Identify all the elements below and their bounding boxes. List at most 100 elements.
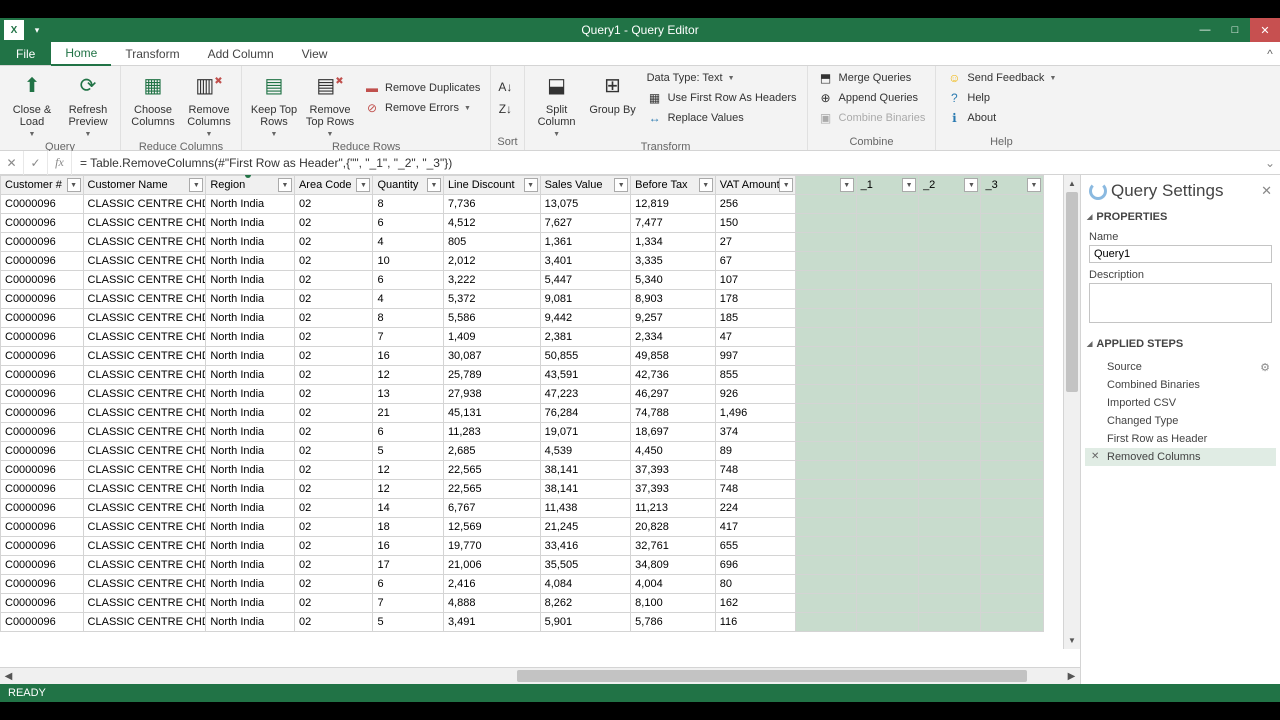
table-cell[interactable]: 4 (373, 233, 443, 252)
filter-icon[interactable]: ▼ (840, 178, 854, 192)
table-cell[interactable]: 2,381 (540, 328, 631, 347)
table-cell[interactable] (856, 423, 918, 442)
table-cell[interactable] (919, 518, 981, 537)
formula-expand-icon[interactable]: ⌄ (1260, 156, 1280, 170)
table-cell[interactable]: 89 (715, 442, 796, 461)
table-cell[interactable] (856, 442, 918, 461)
table-cell[interactable]: North India (206, 613, 295, 632)
table-cell[interactable]: 02 (294, 537, 373, 556)
table-cell[interactable]: 02 (294, 480, 373, 499)
table-cell[interactable]: 02 (294, 556, 373, 575)
column-header[interactable]: Sales Value▼ (540, 176, 631, 195)
table-cell[interactable]: 38,141 (540, 480, 631, 499)
column-header[interactable]: Before Tax▼ (631, 176, 716, 195)
filter-icon[interactable]: ▼ (67, 178, 81, 192)
table-cell[interactable]: 67 (715, 252, 796, 271)
ribbon-collapse-icon[interactable]: ^ (1260, 42, 1280, 65)
qat-dropdown-icon[interactable]: ▾ (30, 23, 44, 37)
table-cell[interactable]: 37,393 (631, 480, 716, 499)
table-cell[interactable]: C0000096 (1, 385, 84, 404)
table-cell[interactable]: 35,505 (540, 556, 631, 575)
about-button[interactable]: ℹAbout (942, 108, 1060, 128)
vscroll-thumb[interactable] (1066, 192, 1078, 392)
table-row[interactable]: C0000096CLASSIC CENTRE CHDNorth India024… (1, 290, 1044, 309)
table-cell[interactable]: C0000096 (1, 537, 84, 556)
table-cell[interactable]: 30,087 (443, 347, 540, 366)
applied-steps-header[interactable]: APPLIED STEPS (1081, 334, 1280, 354)
table-cell[interactable]: 43,591 (540, 366, 631, 385)
table-cell[interactable] (981, 233, 1044, 252)
table-cell[interactable] (919, 328, 981, 347)
table-row[interactable]: C0000096CLASSIC CENTRE CHDNorth India028… (1, 309, 1044, 328)
choose-columns-button[interactable]: ▦ Choose Columns (127, 68, 179, 128)
formula-accept-button[interactable]: ✓ (24, 151, 48, 175)
remove-columns-button[interactable]: ▥✖ Remove Columns▼ (183, 68, 235, 141)
table-row[interactable]: C0000096CLASSIC CENTRE CHDNorth India021… (1, 499, 1044, 518)
table-cell[interactable]: 162 (715, 594, 796, 613)
table-cell[interactable]: 74,788 (631, 404, 716, 423)
table-cell[interactable]: C0000096 (1, 613, 84, 632)
table-cell[interactable]: CLASSIC CENTRE CHD (83, 309, 206, 328)
table-cell[interactable]: 6 (373, 271, 443, 290)
table-cell[interactable]: North India (206, 233, 295, 252)
table-cell[interactable]: 1,334 (631, 233, 716, 252)
gear-icon[interactable]: ⚙ (1260, 361, 1270, 374)
table-cell[interactable]: 11,213 (631, 499, 716, 518)
table-cell[interactable] (856, 347, 918, 366)
table-cell[interactable] (796, 328, 856, 347)
table-cell[interactable] (796, 252, 856, 271)
table-row[interactable]: C0000096CLASSIC CENTRE CHDNorth India021… (1, 385, 1044, 404)
table-cell[interactable]: 224 (715, 499, 796, 518)
table-cell[interactable]: 32,761 (631, 537, 716, 556)
table-cell[interactable]: C0000096 (1, 480, 84, 499)
table-cell[interactable]: 02 (294, 385, 373, 404)
table-cell[interactable]: 12 (373, 480, 443, 499)
table-cell[interactable] (856, 290, 918, 309)
filter-icon[interactable]: ▼ (189, 178, 203, 192)
table-cell[interactable] (856, 537, 918, 556)
table-cell[interactable]: 13,075 (540, 195, 631, 214)
sort-asc-button[interactable]: A↓ (497, 77, 513, 97)
table-cell[interactable]: CLASSIC CENTRE CHD (83, 613, 206, 632)
table-cell[interactable]: North India (206, 195, 295, 214)
table-cell[interactable] (796, 613, 856, 632)
keep-top-rows-button[interactable]: ▤ Keep Top Rows▼ (248, 68, 300, 141)
table-cell[interactable]: 27 (715, 233, 796, 252)
table-cell[interactable]: 02 (294, 518, 373, 537)
table-cell[interactable] (919, 290, 981, 309)
table-cell[interactable]: 02 (294, 309, 373, 328)
table-cell[interactable]: C0000096 (1, 423, 84, 442)
table-cell[interactable]: C0000096 (1, 233, 84, 252)
table-cell[interactable]: 12,569 (443, 518, 540, 537)
table-cell[interactable] (796, 556, 856, 575)
table-cell[interactable] (981, 556, 1044, 575)
table-cell[interactable]: 37,393 (631, 461, 716, 480)
table-cell[interactable]: 9,081 (540, 290, 631, 309)
table-row[interactable]: C0000096CLASSIC CENTRE CHDNorth India022… (1, 404, 1044, 423)
table-row[interactable]: C0000096CLASSIC CENTRE CHDNorth India027… (1, 594, 1044, 613)
table-cell[interactable]: 33,416 (540, 537, 631, 556)
scroll-up-icon[interactable]: ▲ (1064, 175, 1080, 192)
table-cell[interactable]: North India (206, 575, 295, 594)
table-cell[interactable]: 21,245 (540, 518, 631, 537)
table-cell[interactable] (981, 290, 1044, 309)
applied-step[interactable]: First Row as Header (1085, 430, 1276, 448)
table-row[interactable]: C0000096CLASSIC CENTRE CHDNorth India026… (1, 214, 1044, 233)
applied-step[interactable]: Changed Type (1085, 412, 1276, 430)
table-cell[interactable]: 02 (294, 613, 373, 632)
column-header[interactable]: Quantity▼ (373, 176, 443, 195)
table-cell[interactable]: 3,491 (443, 613, 540, 632)
table-cell[interactable]: 25,789 (443, 366, 540, 385)
table-cell[interactable]: 805 (443, 233, 540, 252)
table-cell[interactable]: CLASSIC CENTRE CHD (83, 442, 206, 461)
column-header[interactable]: _1▼ (856, 176, 918, 195)
table-cell[interactable]: C0000096 (1, 309, 84, 328)
applied-step[interactable]: Imported CSV (1085, 394, 1276, 412)
table-cell[interactable]: CLASSIC CENTRE CHD (83, 556, 206, 575)
table-cell[interactable]: CLASSIC CENTRE CHD (83, 594, 206, 613)
table-cell[interactable]: 76,284 (540, 404, 631, 423)
table-cell[interactable]: 185 (715, 309, 796, 328)
table-cell[interactable]: North India (206, 461, 295, 480)
table-cell[interactable]: 1,361 (540, 233, 631, 252)
remove-duplicates-button[interactable]: ▬Remove Duplicates (360, 78, 484, 98)
